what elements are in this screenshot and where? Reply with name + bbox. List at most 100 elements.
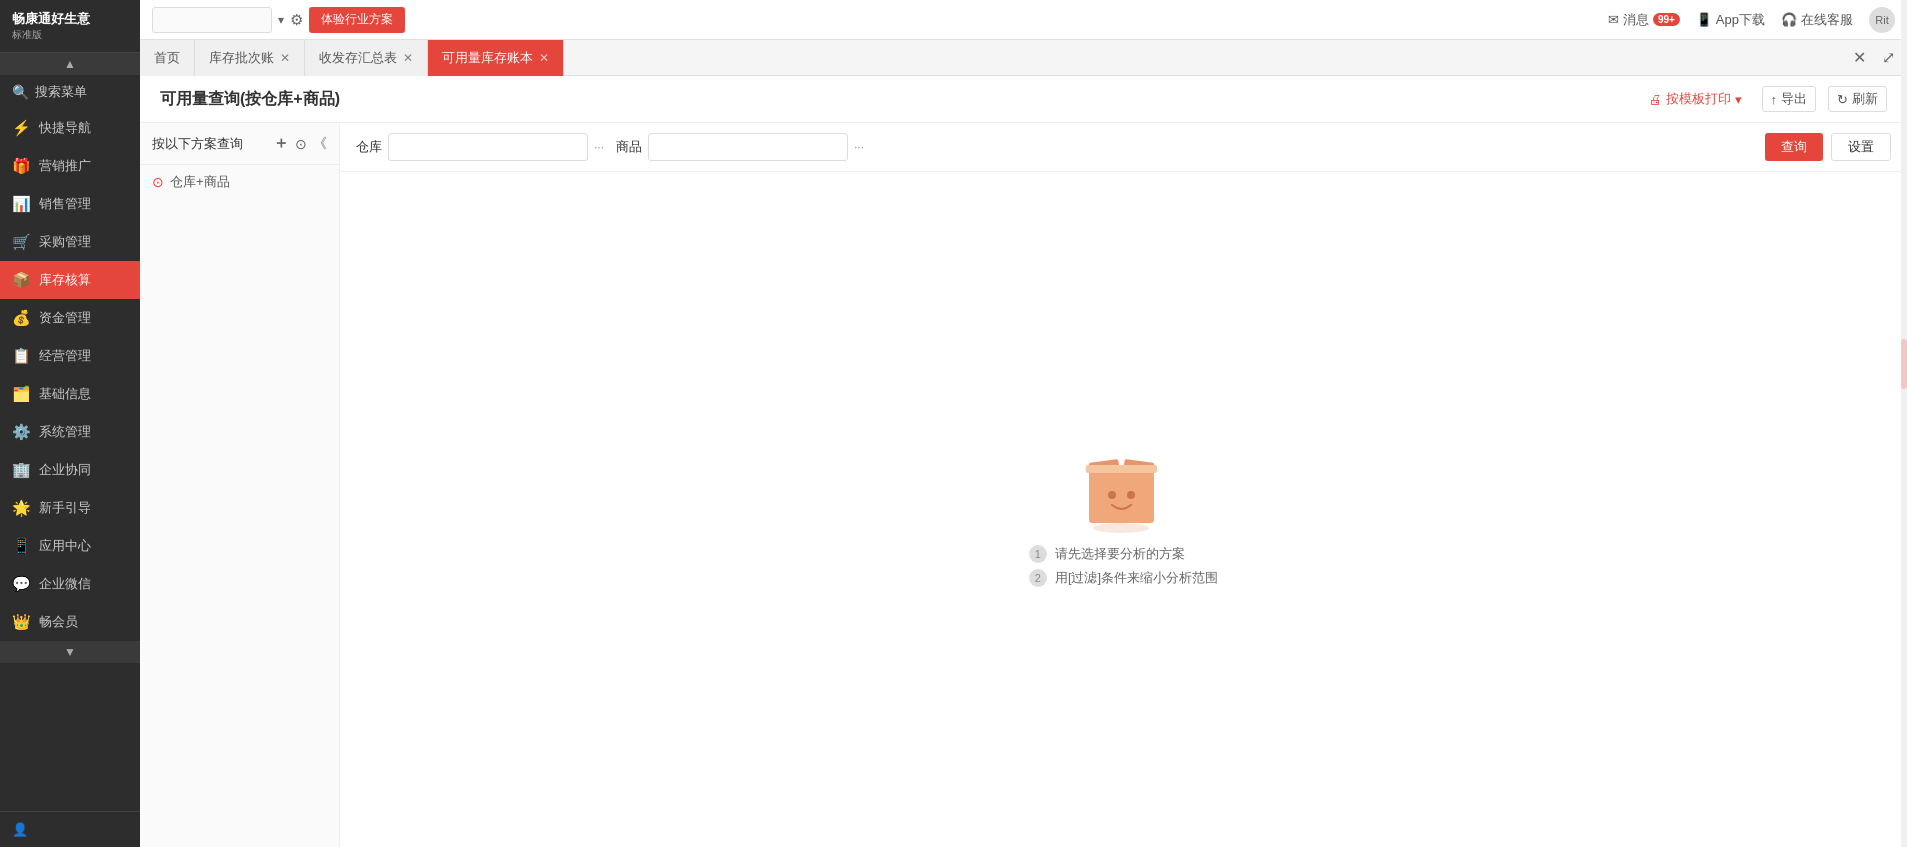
tabs-bar: 首页 库存批次账 ✕ 收发存汇总表 ✕ 可用量库存账本 ✕ ✕ ⤢ xyxy=(140,40,1907,76)
sidebar-bottom-user[interactable]: 👤 xyxy=(0,812,140,847)
sidebar-item-label: 采购管理 xyxy=(39,233,91,251)
sidebar-item-apps[interactable]: 📱 应用中心 xyxy=(0,527,140,565)
sidebar-item-label: 基础信息 xyxy=(39,385,91,403)
query-button[interactable]: 查询 xyxy=(1765,133,1823,161)
message-button[interactable]: ✉ 消息 99+ xyxy=(1608,11,1680,29)
message-label: 消息 xyxy=(1623,11,1649,29)
app-download-button[interactable]: 📱 App下载 xyxy=(1696,11,1765,29)
tab-close-receive-summary[interactable]: ✕ xyxy=(403,51,413,65)
topbar-search-input[interactable] xyxy=(152,7,272,33)
print-dropdown-icon[interactable]: ▾ xyxy=(1735,92,1742,107)
goods-filter-group: 商品 ··· xyxy=(616,133,864,161)
warehouse-more-button[interactable]: ··· xyxy=(594,140,604,154)
sidebar-item-member[interactable]: 👑 畅会员 xyxy=(0,603,140,641)
sidebar-item-enterprise[interactable]: 🏢 企业协同 xyxy=(0,451,140,489)
sidebar-item-quick-nav[interactable]: ⚡ 快捷导航 xyxy=(0,109,140,147)
column-settings-button[interactable]: 设置 xyxy=(1831,133,1891,161)
system-icon: ⚙️ xyxy=(12,423,31,441)
message-badge: 99+ xyxy=(1653,13,1680,26)
sidebar: 畅康通好生意 标准版 ▲ 🔍 搜索菜单 ⚡ 快捷导航 🎁 营销推广 📊 销售管理… xyxy=(0,0,140,847)
svg-point-4 xyxy=(1108,491,1116,499)
sidebar-item-marketing[interactable]: 🎁 营销推广 xyxy=(0,147,140,185)
tab-close-inventory-batch[interactable]: ✕ xyxy=(280,51,290,65)
main-content: 仓库 ··· 商品 ··· 查询 设置 xyxy=(340,123,1907,847)
print-button[interactable]: 🖨 按模板打印 ▾ xyxy=(1641,87,1750,111)
tabs-actions: ✕ ⤢ xyxy=(1849,48,1907,67)
export-button[interactable]: ↑ 导出 xyxy=(1762,86,1817,112)
topbar-dropdown-icon[interactable]: ▾ xyxy=(278,13,284,27)
filter-settings-icon[interactable]: ⊙ xyxy=(295,136,307,152)
sidebar-item-label: 资金管理 xyxy=(39,309,91,327)
tab-home[interactable]: 首页 xyxy=(140,40,195,76)
filter-scheme-item[interactable]: ⊙ 仓库+商品 xyxy=(140,165,339,199)
warehouse-input[interactable] xyxy=(388,133,588,161)
member-icon: 👑 xyxy=(12,613,31,631)
tip-num-1: 1 xyxy=(1029,545,1047,563)
apps-icon: 📱 xyxy=(12,537,31,555)
refresh-button[interactable]: ↻ 刷新 xyxy=(1828,86,1887,112)
print-icon: 🖨 xyxy=(1649,92,1662,107)
sidebar-item-inventory[interactable]: 📦 库存核算 xyxy=(0,261,140,299)
basic-icon: 🗂️ xyxy=(12,385,31,403)
finance-icon: 💰 xyxy=(12,309,31,327)
quick-nav-icon: ⚡ xyxy=(12,119,31,137)
empty-box-svg xyxy=(1074,433,1174,533)
user-name: Rit xyxy=(1875,14,1888,26)
main-area: ▾ ⚙ 体验行业方案 ✉ 消息 99+ 📱 App下载 🎧 在线客服 Rit xyxy=(140,0,1907,847)
export-label: 导出 xyxy=(1781,90,1807,108)
industry-solution-button[interactable]: 体验行业方案 xyxy=(309,7,405,33)
sidebar-item-finance[interactable]: 💰 资金管理 xyxy=(0,299,140,337)
filter-add-button[interactable]: ＋ xyxy=(273,133,289,154)
filter-item-label: 仓库+商品 xyxy=(170,173,230,191)
sidebar-search-item[interactable]: 🔍 搜索菜单 xyxy=(0,75,140,109)
tab-available-ledger[interactable]: 可用量库存账本 ✕ xyxy=(428,40,564,76)
tip-num-2: 2 xyxy=(1029,569,1047,587)
filter-row: 仓库 ··· 商品 ··· 查询 设置 xyxy=(340,123,1907,172)
sidebar-item-wechat[interactable]: 💬 企业微信 xyxy=(0,565,140,603)
sidebar-item-label: 经营管理 xyxy=(39,347,91,365)
goods-input[interactable] xyxy=(648,133,848,161)
filter-item-icon: ⊙ xyxy=(152,174,164,190)
tab-label: 库存批次账 xyxy=(209,49,274,67)
empty-tip-1-text: 请先选择要分析的方案 xyxy=(1055,545,1185,563)
user-avatar-button[interactable]: Rit xyxy=(1869,7,1895,33)
empty-tip-2: 2 用[过滤]条件来缩小分析范围 xyxy=(1029,569,1218,587)
online-service-button[interactable]: 🎧 在线客服 xyxy=(1781,11,1853,29)
goods-more-button[interactable]: ··· xyxy=(854,140,864,154)
phone-icon: 📱 xyxy=(1696,12,1712,27)
tab-label: 收发存汇总表 xyxy=(319,49,397,67)
topbar: ▾ ⚙ 体验行业方案 ✉ 消息 99+ 📱 App下载 🎧 在线客服 Rit xyxy=(140,0,1907,40)
inventory-icon: 📦 xyxy=(12,271,31,289)
sidebar-item-purchase[interactable]: 🛒 采购管理 xyxy=(0,223,140,261)
filter-panel-header: 按以下方案查询 ＋ ⊙ 《 xyxy=(140,123,339,165)
search-icon: 🔍 xyxy=(12,84,29,100)
sidebar-item-newbie[interactable]: 🌟 新手引导 xyxy=(0,489,140,527)
page-header: 可用量查询(按仓库+商品) 🖨 按模板打印 ▾ ↑ 导出 ↻ 刷新 xyxy=(140,76,1907,123)
topbar-gear-icon[interactable]: ⚙ xyxy=(290,11,303,29)
sidebar-item-label: 营销推广 xyxy=(39,157,91,175)
tab-close-available-ledger[interactable]: ✕ xyxy=(539,51,549,65)
close-tab-icon[interactable]: ✕ xyxy=(1849,48,1870,67)
sidebar-item-operations[interactable]: 📋 经营管理 xyxy=(0,337,140,375)
sidebar-item-basic[interactable]: 🗂️ 基础信息 xyxy=(0,375,140,413)
sidebar-item-system[interactable]: ⚙️ 系统管理 xyxy=(0,413,140,451)
refresh-icon: ↻ xyxy=(1837,92,1848,107)
tab-receive-summary[interactable]: 收发存汇总表 ✕ xyxy=(305,40,428,76)
expand-tab-icon[interactable]: ⤢ xyxy=(1878,48,1899,67)
purchase-icon: 🛒 xyxy=(12,233,31,251)
filter-actions: 查询 设置 xyxy=(1765,133,1891,161)
sidebar-scroll-up[interactable]: ▲ xyxy=(0,53,140,75)
sidebar-item-label: 企业协同 xyxy=(39,461,91,479)
sidebar-scroll-down[interactable]: ▼ xyxy=(0,641,140,663)
scrollbar-thumb[interactable] xyxy=(1901,339,1907,389)
user-icon: 👤 xyxy=(12,822,28,837)
sidebar-item-sales[interactable]: 📊 销售管理 xyxy=(0,185,140,223)
wechat-icon: 💬 xyxy=(12,575,31,593)
right-scrollbar[interactable] xyxy=(1901,123,1907,847)
export-icon: ↑ xyxy=(1771,92,1778,107)
sidebar-search-label: 搜索菜单 xyxy=(35,83,87,101)
filter-collapse-icon[interactable]: 《 xyxy=(313,135,327,153)
refresh-label: 刷新 xyxy=(1852,90,1878,108)
tab-inventory-batch[interactable]: 库存批次账 ✕ xyxy=(195,40,305,76)
topbar-right: ✉ 消息 99+ 📱 App下载 🎧 在线客服 Rit xyxy=(1608,7,1895,33)
